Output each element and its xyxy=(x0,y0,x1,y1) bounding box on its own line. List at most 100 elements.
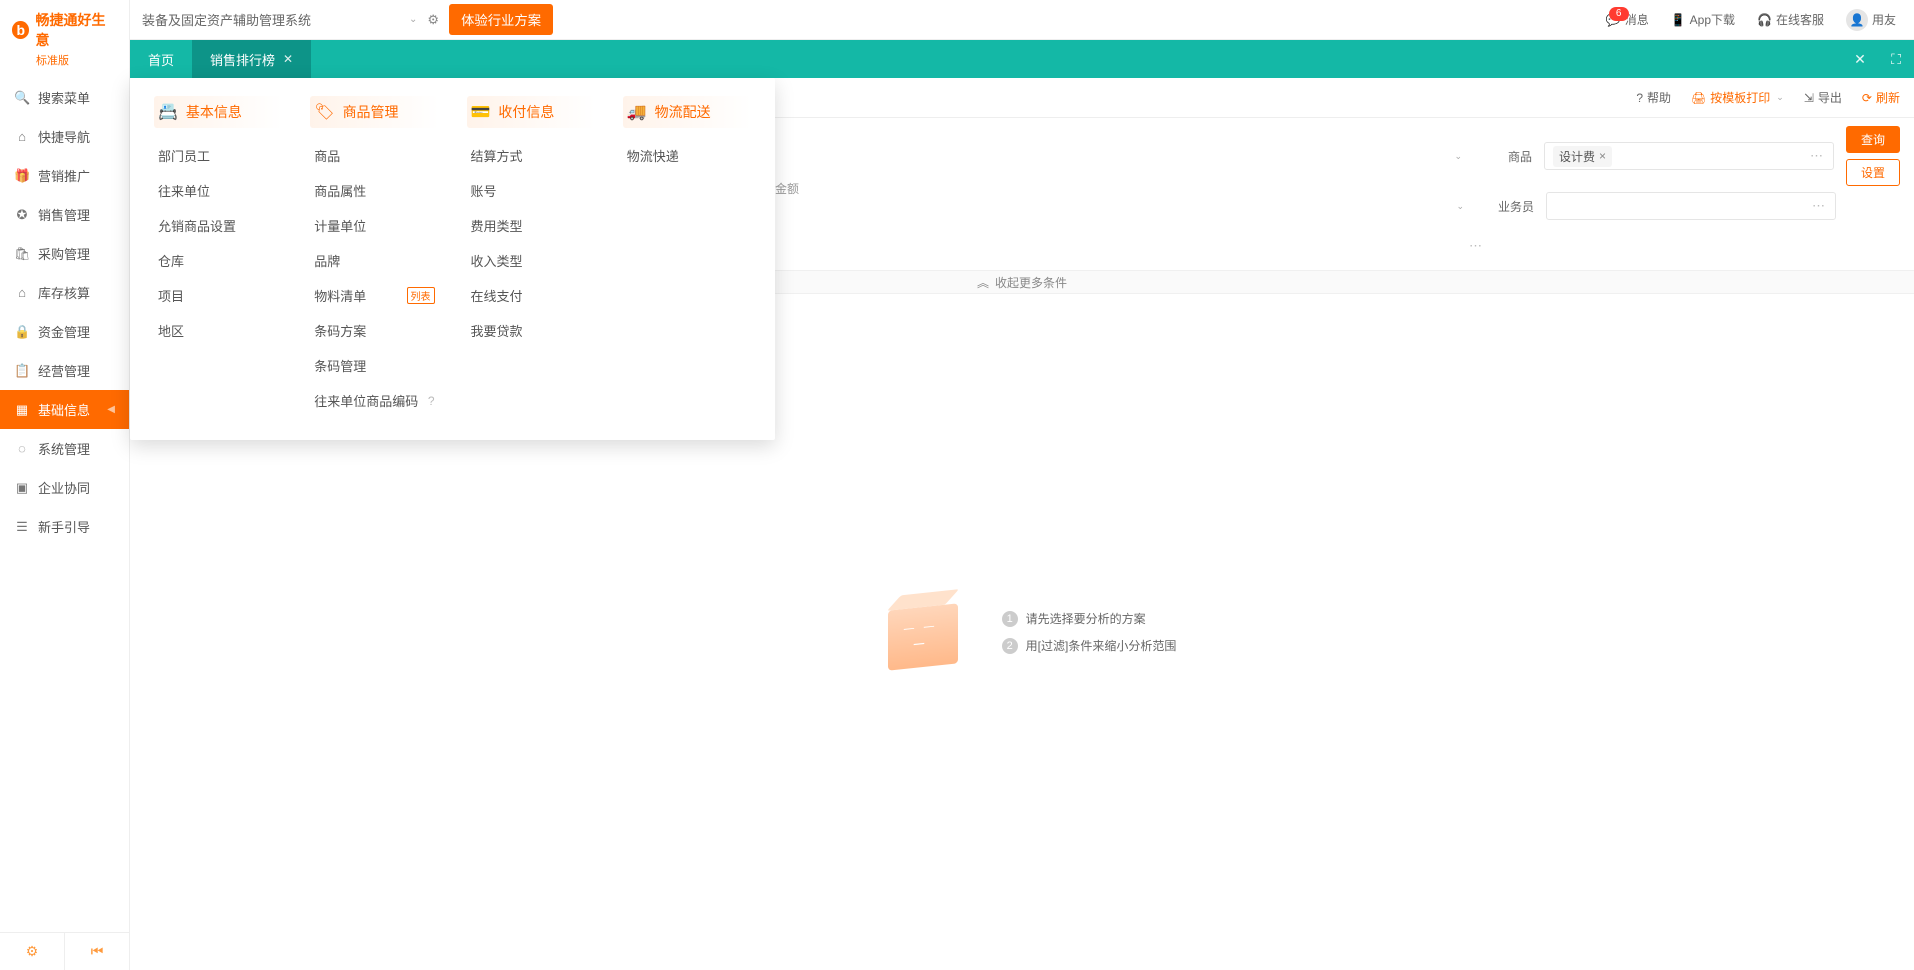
menu-bom[interactable]: 物料清单列表 xyxy=(310,278,438,313)
sidebar-item-marketing[interactable]: 🎁营销推广 xyxy=(0,156,129,195)
print-template-button[interactable]: 🖨按模板打印⌄ xyxy=(1691,89,1784,106)
filter-plan-select[interactable]: ⌄ xyxy=(1180,142,1470,170)
bag-icon: 🛍 xyxy=(14,246,30,262)
menu-express[interactable]: 物流快递 xyxy=(623,138,751,173)
sidebar-item-basic-info[interactable]: ▦基础信息◀ xyxy=(0,390,129,429)
fullscreen-button[interactable]: ⛶ xyxy=(1878,40,1914,78)
filter-rep-select[interactable]: ⋯ xyxy=(1546,192,1836,220)
more-icon[interactable]: ⋯ xyxy=(1812,198,1827,214)
filter-select-3[interactable]: ⋯ xyxy=(1202,232,1492,260)
chevron-right-icon: ◀ xyxy=(107,404,115,415)
tab-sales-ranking[interactable]: 销售排行榜 ✕ xyxy=(192,40,311,78)
menu-warehouse[interactable]: 仓库 xyxy=(154,243,282,278)
menu-product-attr[interactable]: 商品属性 xyxy=(310,173,438,208)
menu-project[interactable]: 项目 xyxy=(154,278,282,313)
menu-uom[interactable]: 计量单位 xyxy=(310,208,438,243)
tag-icon: 🏷 xyxy=(314,102,334,122)
clipboard-icon: 📋 xyxy=(14,363,30,379)
remove-chip-icon[interactable]: × xyxy=(1599,149,1606,163)
home-icon: ⌂ xyxy=(14,129,30,144)
print-icon: 🖨 xyxy=(1691,91,1706,105)
doc-icon: 📇 xyxy=(158,102,178,122)
grid-icon: ▦ xyxy=(14,402,30,418)
sidebar: b 畅捷通好生意 标准版 🔍搜索菜单 ⌂快捷导航 🎁营销推广 ✪销售管理 🛍采购… xyxy=(0,0,130,970)
try-industry-button[interactable]: 体验行业方案 xyxy=(449,4,553,35)
settings-gear-button[interactable]: ⚙ xyxy=(0,933,64,970)
menu-sales-allowed[interactable]: 允销商品设置 xyxy=(154,208,282,243)
truck-icon: 🚚 xyxy=(627,102,647,122)
tab-home[interactable]: 首页 xyxy=(130,40,192,78)
card-icon: 💳 xyxy=(471,102,491,122)
list-icon: ☰ xyxy=(14,519,30,535)
online-service-button[interactable]: 🎧在线客服 xyxy=(1751,11,1830,28)
refresh-icon: ⟳ xyxy=(1862,91,1872,105)
sidebar-footer: ⚙ ⏮ xyxy=(0,932,129,970)
refresh-button[interactable]: ⟳刷新 xyxy=(1862,89,1900,106)
close-all-tabs-button[interactable]: ✕ xyxy=(1842,40,1878,78)
menu-partner-sku[interactable]: 往来单位商品编码? xyxy=(310,383,438,418)
export-icon: ⇲ xyxy=(1804,91,1814,105)
menu-region[interactable]: 地区 xyxy=(154,313,282,348)
sidebar-item-enterprise[interactable]: ▣企业协同 xyxy=(0,468,129,507)
logo-text: 畅捷通好生意 xyxy=(35,10,117,50)
sidebar-item-purchase[interactable]: 🛍采购管理 xyxy=(0,234,129,273)
help-icon: ? xyxy=(1636,91,1643,105)
messages-button[interactable]: 💬 消息 xyxy=(1600,11,1655,28)
panel-col-logistics: 🚚物流配送 物流快递 xyxy=(609,96,765,418)
empty-state: ¯_¯ 1请先选择要分析的方案 2用[过滤]条件来缩小分析范围 xyxy=(868,577,1177,687)
sidebar-item-system[interactable]: ◌系统管理 xyxy=(0,429,129,468)
chevron-down-icon: ⌄ xyxy=(1454,151,1462,162)
filter-amount-partial: 金额 xyxy=(775,174,805,202)
app-download-button[interactable]: 📱App下载 xyxy=(1665,11,1741,28)
basic-info-panel: 📇基本信息 部门员工 往来单位 允销商品设置 仓库 项目 地区 🏷商品管理 商品… xyxy=(130,78,775,440)
square-icon: ▣ xyxy=(14,480,30,496)
sidebar-item-quick-nav[interactable]: ⌂快捷导航 xyxy=(0,117,129,156)
menu-income-type[interactable]: 收入类型 xyxy=(467,243,595,278)
sidebar-item-finance[interactable]: 🔒资金管理 xyxy=(0,312,129,351)
help-icon[interactable]: ? xyxy=(428,394,435,408)
filter-product-select[interactable]: 设计费× ⋯ xyxy=(1544,142,1834,170)
sidebar-item-search-menu[interactable]: 🔍搜索菜单 xyxy=(0,78,129,117)
sidebar-item-guide[interactable]: ☰新手引导 xyxy=(0,507,129,546)
logo-subtitle: 标准版 xyxy=(36,52,117,68)
menu-online-pay[interactable]: 在线支付 xyxy=(467,278,595,313)
gear-circle-icon: ◌ xyxy=(14,441,30,456)
menu-vendor-customer[interactable]: 往来单位 xyxy=(154,173,282,208)
chevron-down-icon: ⌄ xyxy=(1456,201,1464,212)
filter-select-2[interactable]: ⌄ xyxy=(1182,192,1472,220)
org-selector[interactable]: 装备及固定资产辅助管理系统 ⌄ xyxy=(142,10,417,29)
settings-button[interactable]: 设置 xyxy=(1846,159,1900,186)
menu-barcode-plan[interactable]: 条码方案 xyxy=(310,313,438,348)
close-tab-icon[interactable]: ✕ xyxy=(283,52,293,66)
menu-expense-type[interactable]: 费用类型 xyxy=(467,208,595,243)
collapse-sidebar-button[interactable]: ⏮ xyxy=(64,933,129,970)
menu-account[interactable]: 账号 xyxy=(467,173,595,208)
org-settings-button[interactable]: ⚙ xyxy=(427,12,439,28)
export-button[interactable]: ⇲导出 xyxy=(1804,89,1842,106)
filter-rep-label: 业务员 xyxy=(1484,198,1534,215)
help-button[interactable]: ?帮助 xyxy=(1636,89,1671,106)
menu-loan[interactable]: 我要贷款 xyxy=(467,313,595,348)
panel-col-basic: 📇基本信息 部门员工 往来单位 允销商品设置 仓库 项目 地区 xyxy=(140,96,296,418)
user-menu[interactable]: 👤用友 xyxy=(1840,9,1902,31)
avatar-icon: 👤 xyxy=(1846,9,1868,31)
more-icon[interactable]: ⋯ xyxy=(1469,238,1484,254)
tabs-bar: 首页 销售排行榜 ✕ ✕ ⛶ xyxy=(130,40,1914,78)
list-tag: 列表 xyxy=(407,287,435,304)
product-chip: 设计费× xyxy=(1553,146,1612,167)
menu-department-staff[interactable]: 部门员工 xyxy=(154,138,282,173)
chevron-up-icon: ︽ xyxy=(977,274,989,291)
logo: b 畅捷通好生意 标准版 xyxy=(0,0,129,72)
sidebar-item-operation[interactable]: 📋经营管理 xyxy=(0,351,129,390)
org-name: 装备及固定资产辅助管理系统 xyxy=(142,10,311,29)
menu-barcode-mgmt[interactable]: 条码管理 xyxy=(310,348,438,383)
query-button[interactable]: 查询 xyxy=(1846,126,1900,153)
more-icon[interactable]: ⋯ xyxy=(1810,148,1825,164)
menu-brand[interactable]: 品牌 xyxy=(310,243,438,278)
sidebar-item-inventory[interactable]: ⌂库存核算 xyxy=(0,273,129,312)
nav: 🔍搜索菜单 ⌂快捷导航 🎁营销推广 ✪销售管理 🛍采购管理 ⌂库存核算 🔒资金管… xyxy=(0,72,129,932)
message-icon: 💬 xyxy=(1606,13,1621,27)
sidebar-item-sales[interactable]: ✪销售管理 xyxy=(0,195,129,234)
menu-settlement[interactable]: 结算方式 xyxy=(467,138,595,173)
menu-product[interactable]: 商品 xyxy=(310,138,438,173)
